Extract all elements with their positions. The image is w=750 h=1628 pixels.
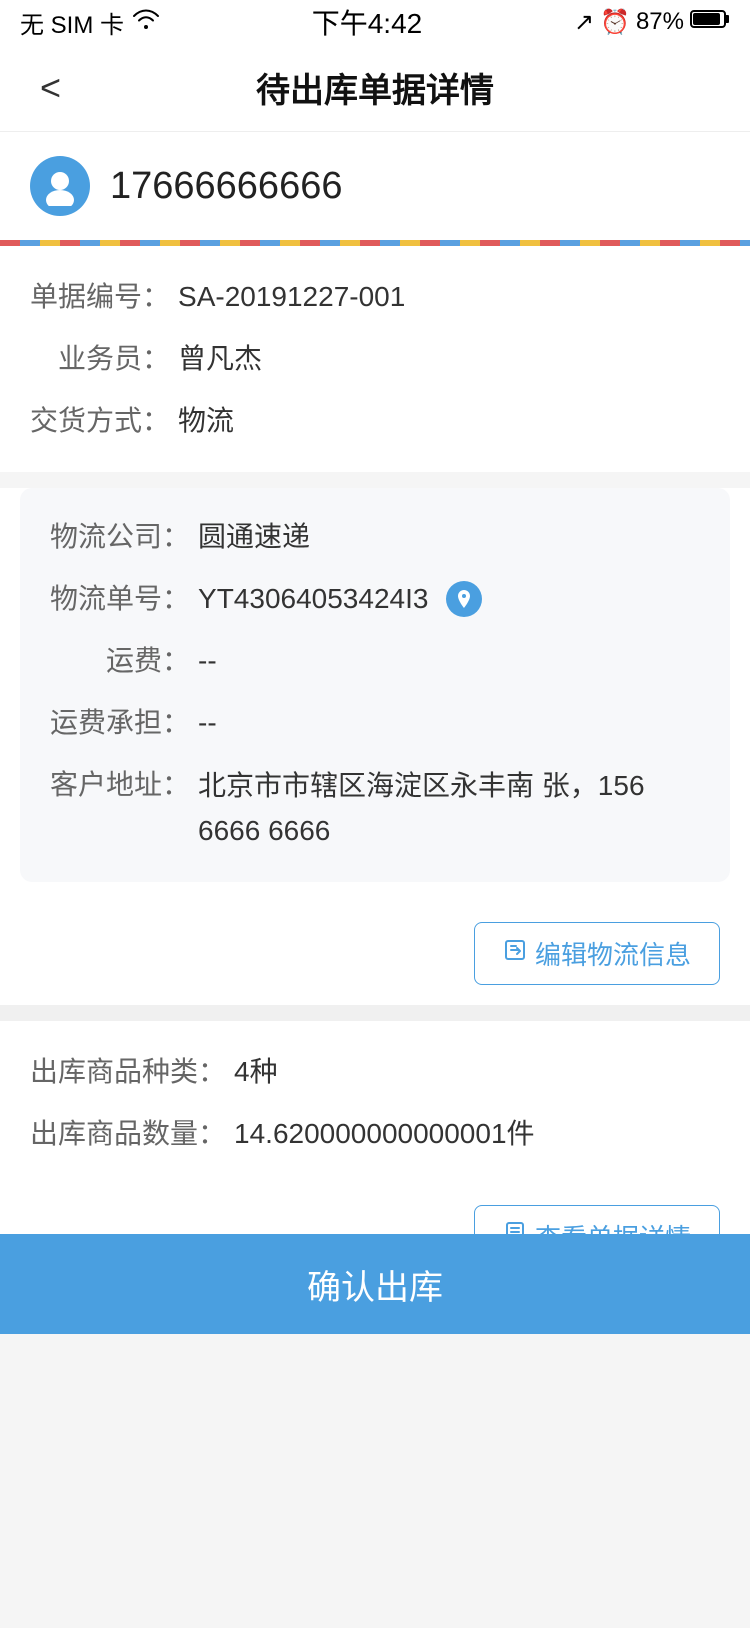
tracking-number: YT43064053424I3 [198, 583, 428, 614]
confirm-outbound-button[interactable]: 确认出库 [0, 1234, 750, 1334]
user-avatar-icon [40, 166, 80, 206]
freight-value: -- [198, 640, 700, 682]
battery-icon [690, 8, 730, 36]
alarm-icon: ⏰ [600, 8, 630, 37]
goods-qty-row: 出库商品数量： 14.620000000000001件 [30, 1113, 720, 1155]
stats-section: 出库商品种类： 4种 出库商品数量： 14.620000000000001件 [0, 1021, 750, 1185]
logistics-card: 物流公司： 圆通速递 物流单号： YT43064053424I3 运费： -- [20, 488, 730, 882]
freight-row: 运费： -- [50, 640, 700, 682]
address-row: 客户地址： 北京市市辖区海淀区永丰南 张，156 6666 6666 [50, 764, 700, 854]
logistics-company-row: 物流公司： 圆通速递 [50, 516, 700, 558]
logistics-wrapper: 物流公司： 圆通速递 物流单号： YT43064053424I3 运费： -- [0, 488, 750, 902]
main-content: 17666666666 单据编号： SA-20191227-001 业务员： 曾… [0, 132, 750, 1628]
goods-qty-label: 出库商品数量： [30, 1113, 226, 1155]
back-button[interactable]: < [30, 57, 71, 119]
status-left: 无 SIM 卡 [20, 5, 160, 40]
edit-icon [503, 938, 527, 969]
logistics-tracking-label: 物流单号： [50, 578, 190, 620]
logistics-tracking-row: 物流单号： YT43064053424I3 [50, 578, 700, 620]
edit-logistics-label: 编辑物流信息 [535, 935, 691, 972]
salesman-value: 曾凡杰 [178, 338, 720, 380]
avatar [30, 156, 90, 216]
goods-type-label: 出库商品种类： [30, 1051, 226, 1093]
salesman-label: 业务员： [30, 338, 170, 380]
goods-type-value: 4种 [234, 1051, 720, 1093]
order-no-value: SA-20191227-001 [178, 276, 720, 318]
logistics-company-value: 圆通速递 [198, 516, 700, 558]
status-time: 下午4:42 [312, 2, 423, 42]
confirm-btn-label: 确认出库 [307, 1260, 443, 1309]
order-info-section: 单据编号： SA-20191227-001 业务员： 曾凡杰 交货方式： 物流 [0, 246, 750, 472]
battery-text: 87% [636, 8, 684, 36]
customer-phone: 17666666666 [110, 165, 342, 208]
customer-header: 17666666666 [0, 132, 750, 240]
order-no-label: 单据编号： [30, 276, 170, 318]
logistics-company-label: 物流公司： [50, 516, 190, 558]
delivery-row: 交货方式： 物流 [30, 400, 720, 442]
section-divider [0, 1005, 750, 1021]
delivery-label: 交货方式： [30, 400, 170, 442]
freight-bear-row: 运费承担： -- [50, 702, 700, 744]
freight-bear-value: -- [198, 702, 700, 744]
status-bar: 无 SIM 卡 下午4:42 ↗ ⏰ 87% [0, 0, 750, 44]
status-right: ↗ ⏰ 87% [574, 8, 730, 37]
location-icon: ↗ [574, 8, 594, 37]
order-no-row: 单据编号： SA-20191227-001 [30, 276, 720, 318]
goods-type-row: 出库商品种类： 4种 [30, 1051, 720, 1093]
address-label: 客户地址： [50, 764, 190, 806]
edit-action-row: 编辑物流信息 [0, 902, 750, 1005]
logistics-tracking-value: YT43064053424I3 [198, 578, 700, 620]
page-title: 待出库单据详情 [256, 63, 494, 112]
goods-qty-value: 14.620000000000001件 [234, 1113, 720, 1155]
freight-label: 运费： [50, 640, 190, 682]
edit-logistics-button[interactable]: 编辑物流信息 [474, 922, 720, 985]
salesman-row: 业务员： 曾凡杰 [30, 338, 720, 380]
freight-bear-label: 运费承担： [50, 702, 190, 744]
wifi-icon [132, 8, 160, 36]
carrier-text: 无 SIM 卡 [20, 5, 124, 40]
address-value: 北京市市辖区海淀区永丰南 张，156 6666 6666 [198, 764, 700, 854]
delivery-value: 物流 [178, 400, 720, 442]
nav-bar: < 待出库单据详情 [0, 44, 750, 132]
tracking-map-icon[interactable] [446, 581, 482, 617]
